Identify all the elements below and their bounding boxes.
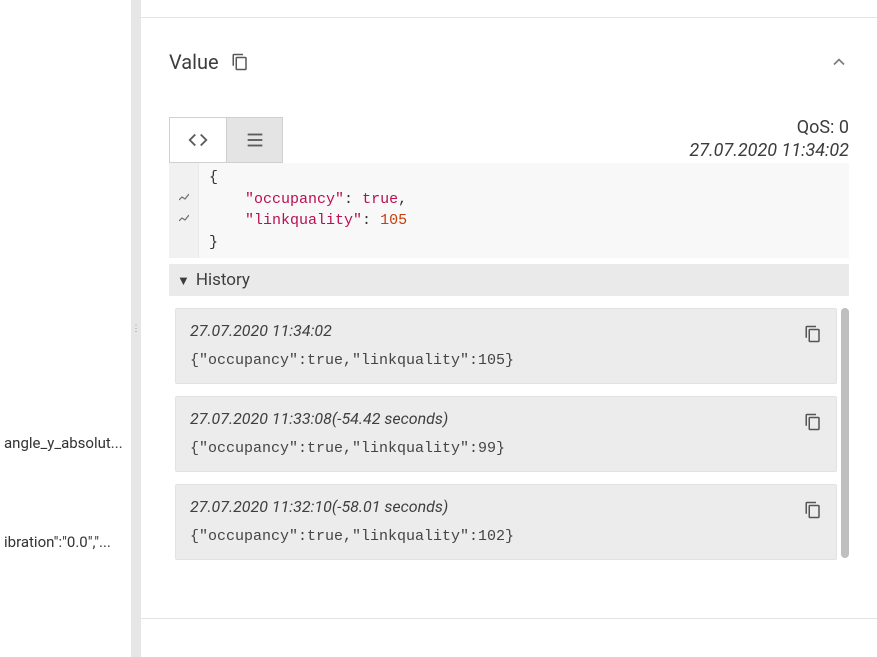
history-item-payload: {"occupancy":true,"linkquality":99} [190, 440, 822, 457]
split-handle[interactable]: ⋮ [131, 0, 141, 657]
panel-title: Value [169, 50, 219, 74]
value-panel-header: Value [169, 50, 849, 74]
copy-icon[interactable] [231, 53, 249, 71]
disclosure-triangle-icon: ▼ [177, 273, 190, 289]
sidebar-item-label: angle_y_absolut... [4, 434, 123, 452]
history-title: History [196, 270, 250, 290]
value-code-block: { "occupancy": true, "linkquality": 105 … [169, 163, 849, 258]
history-list: 27.07.2020 11:34:02 {"occupancy":true,"l… [169, 308, 849, 560]
history-header[interactable]: ▼ History [169, 264, 849, 296]
main-panel: Value QoS: 0 27.07.2020 11:34:02 [141, 0, 877, 657]
copy-icon[interactable] [804, 413, 822, 431]
sidebar-item-label: ibration":"0.0","... [4, 533, 111, 551]
history-item-time: 27.07.2020 11:33:08(-54.42 seconds) [190, 409, 822, 428]
raw-view-button[interactable] [170, 118, 226, 162]
chart-line-icon[interactable] [179, 188, 189, 209]
chevron-up-icon[interactable] [829, 52, 849, 72]
value-timestamp: 27.07.2020 11:34:02 [689, 140, 849, 161]
divider [141, 0, 877, 18]
history-item-time: 27.07.2020 11:32:10(-58.01 seconds) [190, 497, 822, 516]
qos-label: QoS: 0 [689, 116, 849, 139]
drag-handle-icon: ⋮ [132, 324, 141, 334]
code-body: { "occupancy": true, "linkquality": 105 … [199, 163, 849, 258]
formatted-view-button[interactable] [226, 118, 282, 162]
copy-icon[interactable] [804, 501, 822, 519]
value-meta: QoS: 0 27.07.2020 11:34:02 [689, 116, 849, 163]
history-item[interactable]: 27.07.2020 11:34:02 {"occupancy":true,"l… [175, 308, 837, 384]
chart-line-icon[interactable] [179, 209, 189, 230]
history-item[interactable]: 27.07.2020 11:33:08(-54.42 seconds) {"oc… [175, 396, 837, 472]
sidebar-item[interactable]: ibration":"0.0","... [0, 525, 131, 559]
scrollbar[interactable] [841, 308, 849, 558]
divider [141, 618, 877, 619]
view-toggle [169, 117, 283, 163]
value-toolbar: QoS: 0 27.07.2020 11:34:02 [169, 116, 849, 163]
history-item-payload: {"occupancy":true,"linkquality":105} [190, 352, 822, 369]
sidebar-item[interactable]: angle_y_absolut... [0, 426, 131, 460]
history-item[interactable]: 27.07.2020 11:32:10(-58.01 seconds) {"oc… [175, 484, 837, 560]
code-gutter [169, 163, 199, 258]
sidebar: angle_y_absolut... ibration":"0.0","... [0, 0, 131, 657]
copy-icon[interactable] [804, 325, 822, 343]
history-item-time: 27.07.2020 11:34:02 [190, 321, 822, 340]
history-item-payload: {"occupancy":true,"linkquality":102} [190, 528, 822, 545]
